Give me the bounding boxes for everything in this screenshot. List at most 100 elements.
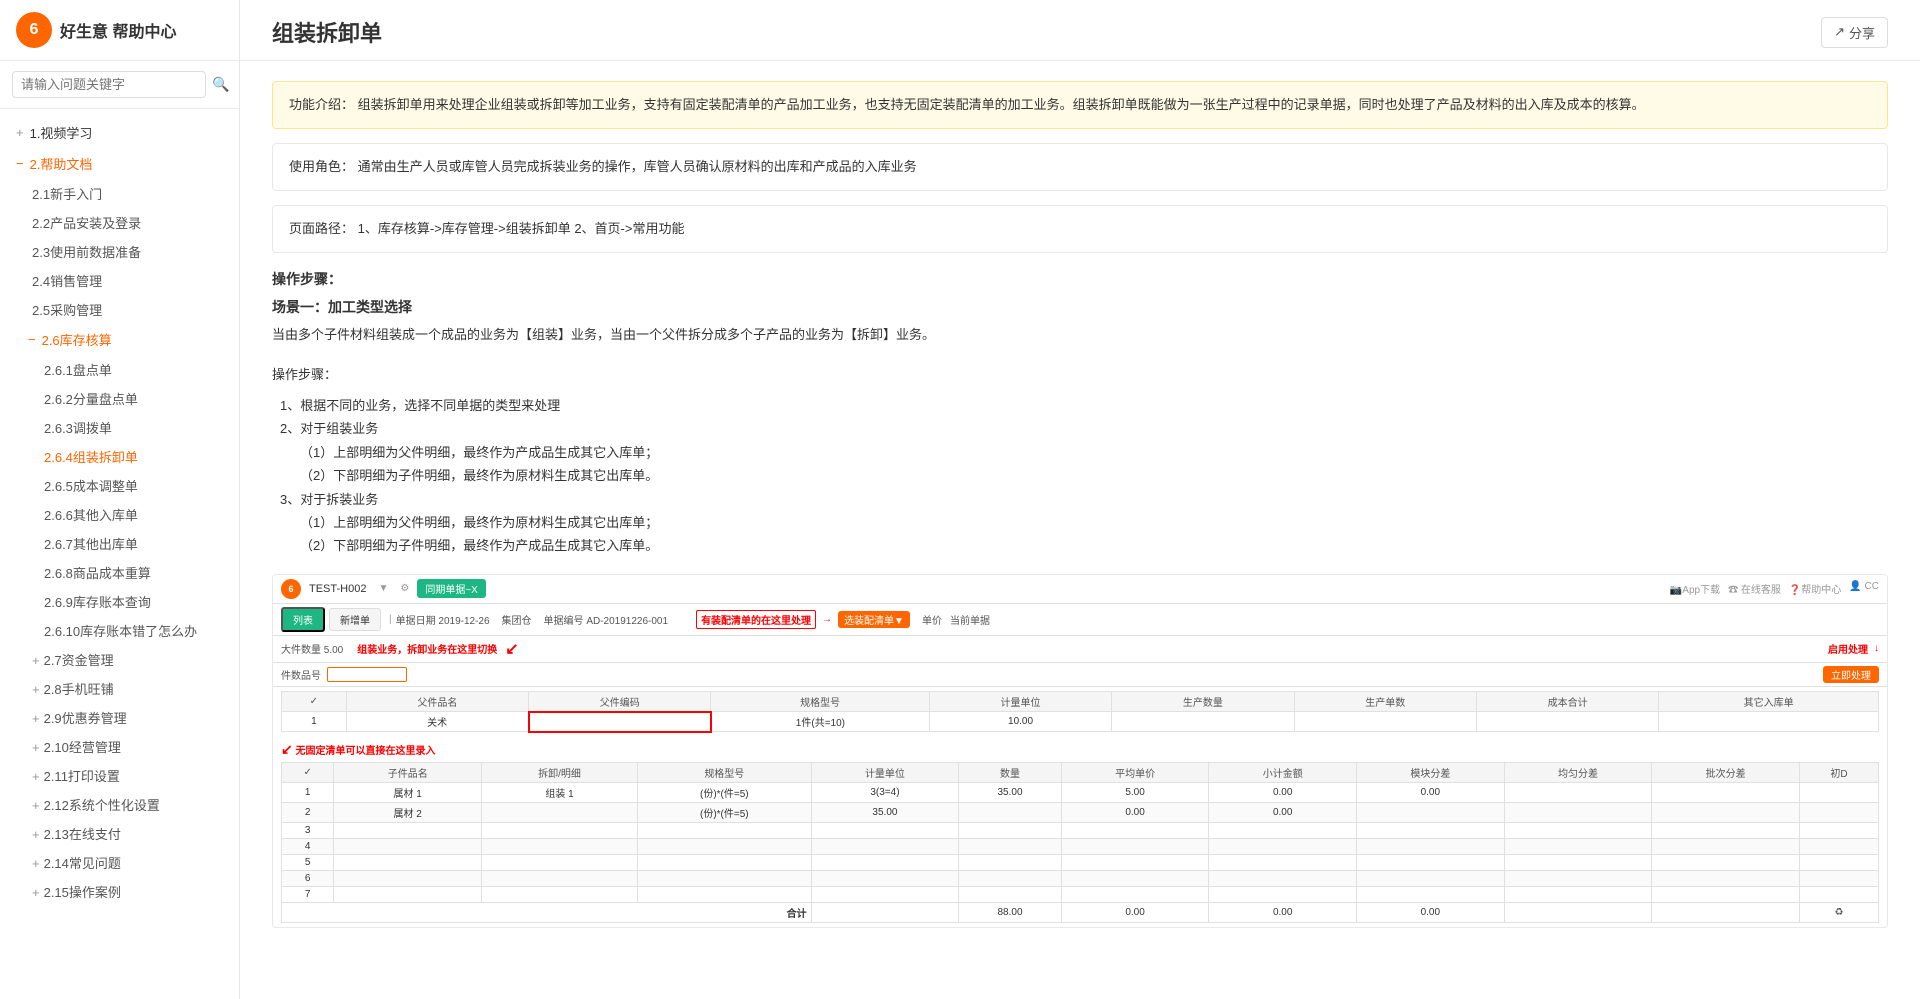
sidebar-item-stock263[interactable]: 2.6.3调拨单: [0, 413, 239, 442]
sidebar-item-stock264[interactable]: 2.6.4组装拆卸单: [0, 442, 239, 471]
table-row: 3: [282, 822, 1879, 838]
feature-intro-block: 功能介绍： 组装拆卸单用来处理企业组装或拆卸等加工业务，支持有固定装配清单的产品…: [272, 81, 1888, 129]
mock-type-toolbar: 大件数量 5.00 组装业务，拆卸业务在这里切换 ↙ 启用处理 ↓: [273, 636, 1887, 663]
sidebar-item-stock261[interactable]: 2.6.1盘点单: [0, 355, 239, 384]
mock-hint-row: 件数品号 立即处理: [273, 663, 1887, 687]
page-header: 组装拆卸单 ↗ 分享: [240, 0, 1920, 61]
sidebar-item-coupon[interactable]: +2.9优惠券管理: [0, 703, 239, 732]
col-prod-num: 生产单数: [1294, 691, 1476, 712]
screenshot-wrapper: 6 TEST-H002 ▼ ⚙ 同期单据~X 📷App下载☎ 在线客服❓帮助中心…: [273, 575, 1887, 927]
sidebar: 6 好生意 帮助中心 🔍 + 1.视频学习 − 2.帮助文档 2.1新手入门 2…: [0, 0, 240, 999]
sidebar-header: 6 好生意 帮助中心: [0, 0, 239, 61]
mock-hint-input[interactable]: [327, 667, 407, 682]
sidebar-item-video[interactable]: + 1.视频学习: [0, 117, 239, 148]
sidebar-item-inventory[interactable]: − 2.6库存核算: [0, 324, 239, 355]
sidebar-item-print[interactable]: +2.11打印设置: [0, 761, 239, 790]
sidebar-item-purchase[interactable]: 2.5采购管理: [0, 295, 239, 324]
sidebar-item-stock262[interactable]: 2.6.2分量盘点单: [0, 384, 239, 413]
col-unit: 计量单位: [929, 691, 1111, 712]
table-footer-row: 合计 88.00 0.00 0.00 0.00 ♻: [282, 902, 1879, 922]
mock-top-icons: 📷App下载☎ 在线客服❓帮助中心👤 CC: [1670, 581, 1879, 596]
step2-sub1: （1）上部明细为父件明细，最终作为产成品生成其它入库单；: [300, 441, 1888, 464]
annotation-type-switch: 组装业务，拆卸业务在这里切换: [357, 641, 497, 656]
col-cost: 成本合计: [1476, 691, 1658, 712]
mock-sub-area: ↙ 无固定清单可以直接在这里录入 ✓ 子件品名 拆卸/明细 规格型号 计量单位 …: [273, 737, 1887, 927]
mock-company: TEST-H002: [309, 583, 366, 595]
mock-new-doc-btn[interactable]: 同期单据~X: [417, 579, 486, 598]
col-check: ✓: [282, 691, 347, 712]
path-label: 页面路径：: [289, 221, 354, 236]
sidebar-item-mobile[interactable]: +2.8手机旺铺: [0, 674, 239, 703]
sidebar-item-faq[interactable]: +2.14常见问题: [0, 848, 239, 877]
search-input[interactable]: [12, 71, 206, 98]
scenario1-desc: 当由多个子件材料组装成一个成品的业务为【组装】业务，当由一个父件拆分成多个子产品…: [272, 323, 1888, 346]
sidebar-item-stock266[interactable]: 2.6.6其他入库单: [0, 500, 239, 529]
annotation-select-bom: 有装配清单的在这里处理: [696, 610, 816, 629]
sidebar-item-fund[interactable]: +2.7资金管理: [0, 645, 239, 674]
sidebar-item-docs[interactable]: − 2.帮助文档: [0, 148, 239, 179]
operations-title: 操作步骤：: [272, 269, 1888, 289]
screenshot-container: 6 TEST-H002 ▼ ⚙ 同期单据~X 📷App下载☎ 在线客服❓帮助中心…: [272, 574, 1888, 928]
sidebar-item-custom[interactable]: +2.12系统个性化设置: [0, 790, 239, 819]
logo: 6: [16, 12, 52, 48]
table-row: 5: [282, 854, 1879, 870]
role-label: 使用角色：: [289, 159, 354, 174]
sidebar-item-predata[interactable]: 2.3使用前数据准备: [0, 237, 239, 266]
feature-intro-text: 组装拆卸单用来处理企业组装或拆卸等加工业务，支持有固定装配清单的产品加工业务，也…: [358, 97, 1645, 112]
step3-sub1: （1）上部明细为父件明细，最终作为原材料生成其它出库单；: [300, 511, 1888, 534]
annotation-direct-entry: ↙ 无固定清单可以直接在这里录入: [281, 741, 1879, 758]
sidebar-item-sales[interactable]: 2.4销售管理: [0, 266, 239, 295]
sidebar-title: 好生意 帮助中心: [60, 18, 176, 42]
share-icon: ↗: [1834, 24, 1845, 40]
mock-confirm-btn[interactable]: 立即处理: [1823, 666, 1879, 683]
col-prod-qty: 生产数量: [1112, 691, 1294, 712]
col-parent-name: 父件品名: [346, 691, 528, 712]
search-icon[interactable]: 🔍: [212, 76, 229, 93]
article-body: 功能介绍： 组装拆卸单用来处理企业组装或拆卸等加工业务，支持有固定装配清单的产品…: [240, 61, 1920, 948]
page-title: 组装拆卸单: [272, 16, 382, 48]
sidebar-item-stock267[interactable]: 2.6.7其他出库单: [0, 529, 239, 558]
minus-icon-inventory: −: [28, 332, 36, 347]
table-row: 1 属材 1 组装 1 (份)*(件=5) 3(3=4) 35.00 5.00 …: [282, 782, 1879, 802]
sidebar-item-stock2610[interactable]: 2.6.10库存账本错了怎么办: [0, 616, 239, 645]
mock-topbar: 6 TEST-H002 ▼ ⚙ 同期单据~X 📷App下载☎ 在线客服❓帮助中心…: [273, 575, 1887, 604]
table-row: 7: [282, 886, 1879, 902]
plus-icon: +: [16, 125, 24, 140]
step2: 2、对于组装业务: [280, 417, 1888, 440]
mock-sub-table: ✓ 子件品名 拆卸/明细 规格型号 计量单位 数量 平均单价 小计金额 模块分差…: [281, 762, 1879, 923]
mock-parent-table-wrap: ✓ 父件品名 父件编码 规格型号 计量单位 生产数量 生产单数 成本合计 其它入…: [273, 687, 1887, 737]
sidebar-item-stock269[interactable]: 2.6.9库存账本查询: [0, 587, 239, 616]
step3: 3、对于拆装业务: [280, 488, 1888, 511]
share-button[interactable]: ↗ 分享: [1821, 17, 1888, 48]
mock-hint-label: 件数品号: [281, 667, 321, 682]
scenario1-title: 场景一：加工类型选择: [272, 297, 1888, 317]
minus-icon: −: [16, 156, 24, 171]
col-spec: 规格型号: [711, 691, 929, 712]
sidebar-item-ops[interactable]: +2.10经营管理: [0, 732, 239, 761]
sidebar-item-newuser[interactable]: 2.1新手入门: [0, 179, 239, 208]
annotation-enable: 启用处理: [1828, 641, 1868, 656]
main-content: 组装拆卸单 ↗ 分享 功能介绍： 组装拆卸单用来处理企业组装或拆卸等加工业务，支…: [240, 0, 1920, 999]
search-box: 🔍: [0, 61, 239, 109]
mock-logo: 6: [281, 579, 301, 599]
path-text: 1、库存核算->库存管理->组装拆卸单 2、首页->常用功能: [358, 221, 685, 236]
mock-tab-list[interactable]: 列表: [281, 607, 325, 632]
sidebar-item-install[interactable]: 2.2产品安装及登录: [0, 208, 239, 237]
steps-title: 操作步骤：: [272, 363, 1888, 386]
sidebar-item-stock268[interactable]: 2.6.8商品成本重算: [0, 558, 239, 587]
sidebar-item-stock265[interactable]: 2.6.5成本调整单: [0, 471, 239, 500]
sidebar-item-cases[interactable]: +2.15操作案例: [0, 877, 239, 906]
col-other-in: 其它入库单: [1659, 691, 1879, 712]
step1: 1、根据不同的业务，选择不同单据的类型来处理: [280, 394, 1888, 417]
mock-select-bom-btn[interactable]: 选装配清单▼: [838, 611, 910, 628]
table-row: 2 属材 2 (份)*(件=5) 35.00 0.00 0.00: [282, 802, 1879, 822]
mock-tab-new[interactable]: 新增单: [329, 608, 381, 631]
mock-parent-table: ✓ 父件品名 父件编码 规格型号 计量单位 生产数量 生产单数 成本合计 其它入…: [281, 691, 1879, 733]
table-row: 1 关术 1件(共=10) 10.00: [282, 712, 1879, 732]
mock-form-toolbar: 列表 新增单 | 单据日期 2019-12-26 集团仓 单据编号 AD-201…: [273, 604, 1887, 636]
role-text: 通常由生产人员或库管人员完成拆装业务的操作，库管人员确认原材料的出库和产成品的入…: [358, 159, 917, 174]
col-parent-code: 父件编码: [529, 691, 711, 712]
path-block: 页面路径： 1、库存核算->库存管理->组装拆卸单 2、首页->常用功能: [272, 205, 1888, 253]
sidebar-item-online[interactable]: +2.13在线支付: [0, 819, 239, 848]
scenario-1: 场景一：加工类型选择 当由多个子件材料组装成一个成品的业务为【组装】业务，当由一…: [272, 297, 1888, 346]
